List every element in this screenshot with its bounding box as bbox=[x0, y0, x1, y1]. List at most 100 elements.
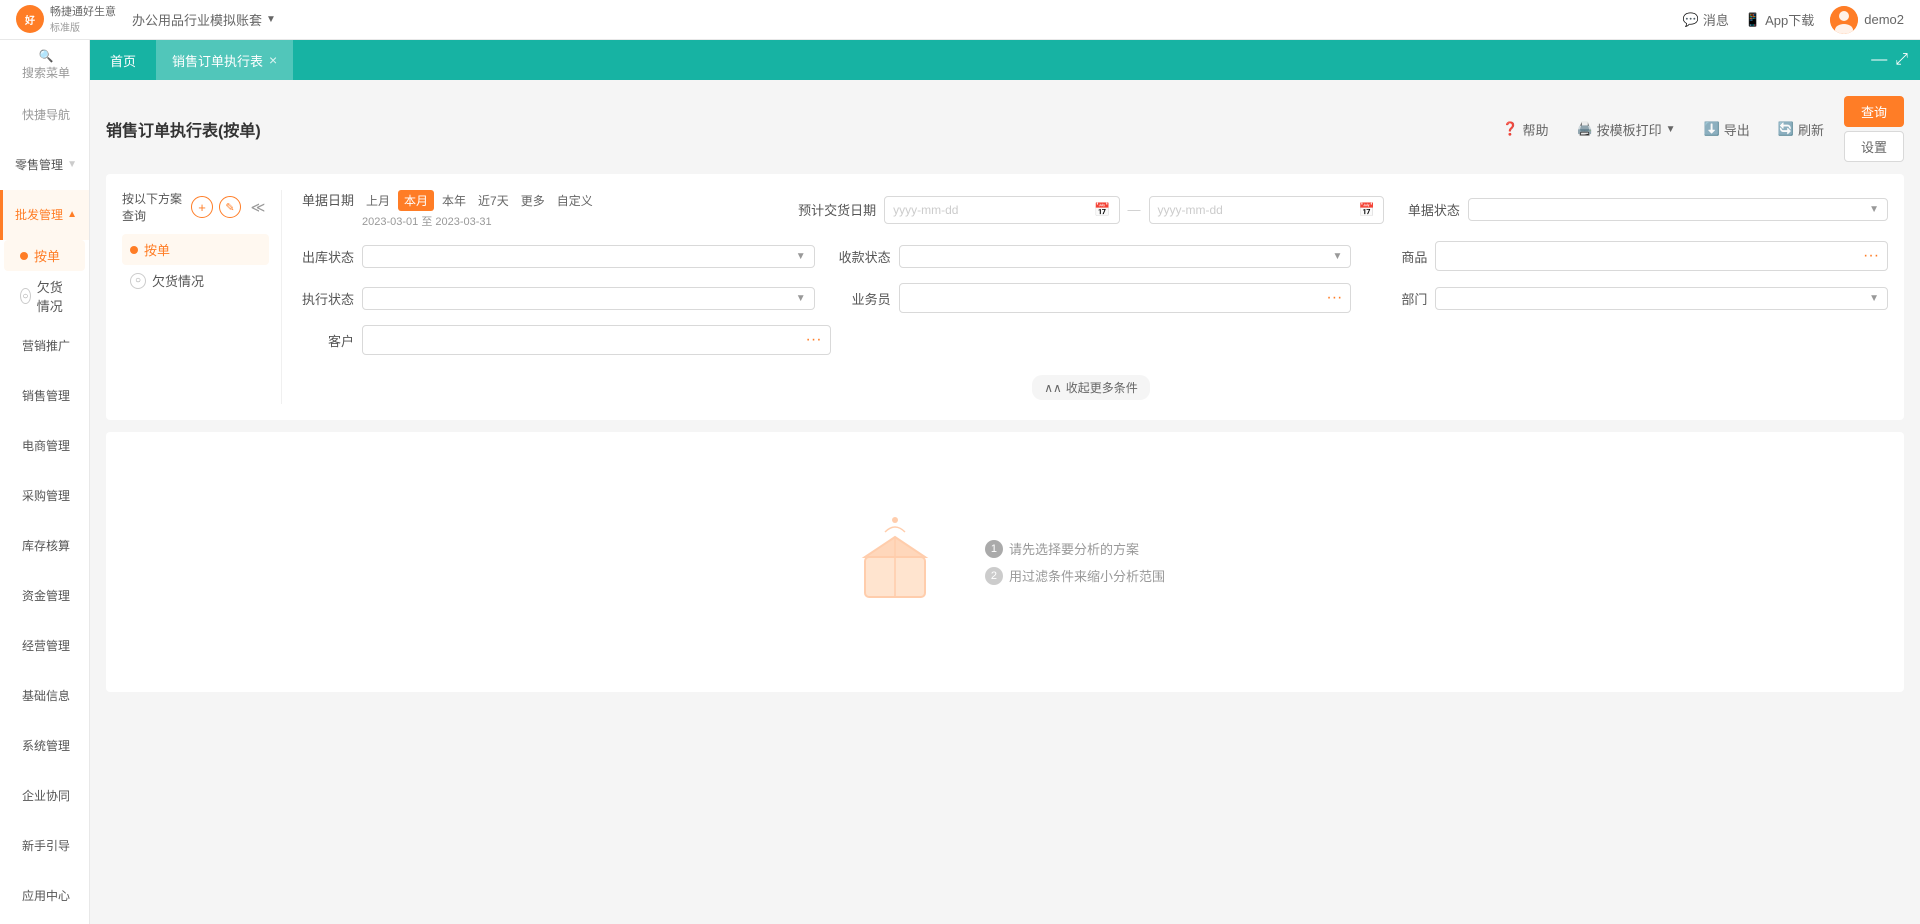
filter-scheme-order[interactable]: 按单 bbox=[122, 234, 269, 265]
sidebar-item-ecommerce[interactable]: 电商管理 bbox=[0, 421, 89, 471]
template-print-btn[interactable]: 🖨️ 按模板打印 ▼ bbox=[1568, 116, 1683, 143]
user-area[interactable]: demo2 bbox=[1830, 6, 1904, 34]
date-field: 单据日期 上月 本月 本年 近7天 更多 自定义 bbox=[294, 190, 782, 229]
mobile-icon: 📱 bbox=[1745, 12, 1761, 28]
inactive-circle: ○ bbox=[20, 288, 31, 304]
empty-tip-1: 1 请先选择要分析的方案 bbox=[985, 539, 1165, 558]
chevron-down-icon: ▼ bbox=[796, 251, 806, 262]
filter-sidebar-header: 按以下方案查询 + ✎ ≪ bbox=[122, 190, 269, 224]
sidebar-item-search[interactable]: 🔍 搜索菜单 bbox=[0, 40, 89, 90]
page-content: 销售订单执行表(按单) ❓ 帮助 🖨️ 按模板打印 ▼ ⬇️ 导出 bbox=[90, 80, 1920, 924]
date-tab-this-year[interactable]: 本年 bbox=[438, 190, 470, 211]
sidebar-sub-order[interactable]: 按单 bbox=[4, 240, 85, 271]
filter-main: 单据日期 上月 本月 本年 近7天 更多 自定义 bbox=[294, 190, 1888, 404]
exec-status-select[interactable]: ▼ bbox=[362, 287, 815, 310]
product-dots-icon: ··· bbox=[1863, 247, 1879, 265]
date-tab-7days[interactable]: 近7天 bbox=[474, 190, 513, 211]
date-label: 单据日期 bbox=[294, 190, 354, 209]
sidebar-item-quicknav[interactable]: 快捷导航 bbox=[0, 90, 89, 140]
sidebar-item-operations[interactable]: 经营管理 bbox=[0, 621, 89, 671]
filter-scheme-debt[interactable]: ○ 欠货情况 bbox=[122, 265, 269, 296]
filter-sidebar-label: 按以下方案查询 bbox=[122, 190, 191, 224]
status-select[interactable]: ▼ bbox=[1468, 198, 1888, 221]
date-tab-this-month[interactable]: 本月 bbox=[398, 190, 434, 211]
collapse-btn[interactable]: ∧∧ 收起更多条件 bbox=[1032, 375, 1150, 400]
date-tab-prev-month[interactable]: 上月 bbox=[362, 190, 394, 211]
top-bar: 好 畅捷通好生意 标准版 办公用品行业模拟账套 ▼ 💬 消息 📱 App下载 bbox=[0, 0, 1920, 40]
date-tab-custom[interactable]: 自定义 bbox=[553, 190, 597, 211]
empty-tips: 1 请先选择要分析的方案 2 用过滤条件来缩小分析范围 bbox=[985, 539, 1165, 585]
company-selector[interactable]: 办公用品行业模拟账套 ▼ bbox=[124, 6, 284, 33]
sidebar-item-retail[interactable]: 零售管理 ▼ bbox=[0, 140, 89, 190]
chevron-up-icon: ▲ bbox=[67, 208, 77, 222]
edit-scheme-btn[interactable]: ✎ bbox=[219, 196, 241, 218]
content-area: 首页 销售订单执行表 × — ⤢ 销售订单执行表(按单) ❓ 帮助 bbox=[90, 40, 1920, 924]
main-layout: 🔍 搜索菜单 快捷导航 零售管理 ▼ 批发管理 ▲ 按单 ○ 欠货情况 营销推广… bbox=[0, 40, 1920, 924]
chevron-down-icon: ▼ bbox=[1869, 293, 1879, 304]
message-btn[interactable]: 💬 消息 bbox=[1683, 10, 1729, 29]
sidebar-item-finance[interactable]: 资金管理 bbox=[0, 571, 89, 621]
exec-status-field: 执行状态 ▼ bbox=[294, 287, 815, 310]
logo-icon: 好 bbox=[16, 5, 44, 33]
filter-sidebar: 按以下方案查询 + ✎ ≪ 按单 ○ bbox=[122, 190, 282, 404]
chevron-down-icon: ▼ bbox=[1332, 251, 1342, 262]
page-actions: ❓ 帮助 🖨️ 按模板打印 ▼ ⬇️ 导出 🔄 刷新 bbox=[1494, 96, 1904, 162]
sidebar-item-enterprise[interactable]: 企业协同 bbox=[0, 771, 89, 821]
filter-row-2: 出库状态 ▼ 收款状态 ▼ bbox=[294, 241, 1888, 271]
logo-area: 好 畅捷通好生意 标准版 bbox=[16, 5, 116, 34]
expected-date-end[interactable]: yyyy-mm-dd 📅 bbox=[1149, 196, 1384, 224]
sidebar-item-wholesale[interactable]: 批发管理 ▲ bbox=[0, 190, 89, 240]
logo-sub: 标准版 bbox=[50, 19, 116, 34]
date-separator: — bbox=[1128, 202, 1141, 217]
customer-input-area[interactable]: ··· bbox=[362, 325, 831, 355]
dept-select[interactable]: ▼ bbox=[1435, 287, 1888, 310]
dept-label: 部门 bbox=[1367, 289, 1427, 308]
active-dot bbox=[20, 252, 28, 260]
search-icon: 🔍 bbox=[39, 48, 54, 65]
sidebar-item-newbie[interactable]: 新手引导 bbox=[0, 821, 89, 871]
maximize-icon[interactable]: ⤢ bbox=[1895, 51, 1908, 69]
receive-status-select[interactable]: ▼ bbox=[899, 245, 1352, 268]
chevron-up-icon: ∧∧ bbox=[1044, 381, 1062, 395]
sidebar-item-label: 批发管理 bbox=[15, 207, 63, 224]
sidebar-item-marketing[interactable]: 营销推广 bbox=[0, 321, 89, 371]
help-btn[interactable]: ❓ 帮助 bbox=[1494, 116, 1556, 143]
tip-number-1: 1 bbox=[985, 540, 1003, 558]
sidebar-item-system[interactable]: 系统管理 bbox=[0, 721, 89, 771]
tab-sales-exec[interactable]: 销售订单执行表 × bbox=[156, 40, 293, 80]
status-label: 单据状态 bbox=[1400, 200, 1460, 219]
tab-bar: 首页 销售订单执行表 × — ⤢ bbox=[90, 40, 1920, 80]
expected-date-label: 预计交货日期 bbox=[798, 200, 876, 219]
tab-home[interactable]: 首页 bbox=[90, 40, 156, 80]
salesperson-input-area[interactable]: ··· bbox=[899, 283, 1352, 313]
tab-close-icon[interactable]: × bbox=[269, 53, 277, 67]
export-btn[interactable]: ⬇️ 导出 bbox=[1696, 116, 1758, 143]
chevron-down-icon: ▼ bbox=[1869, 204, 1879, 215]
product-field: 商品 ··· bbox=[1367, 241, 1888, 271]
collapse-sidebar-btn[interactable]: ≪ bbox=[247, 196, 269, 218]
add-scheme-btn[interactable]: + bbox=[191, 196, 213, 218]
expected-date-field: 预计交货日期 yyyy-mm-dd 📅 — yyyy-mm-dd 📅 bbox=[798, 196, 1384, 224]
chevron-down-icon: ▼ bbox=[1666, 124, 1676, 135]
sidebar-item-sales[interactable]: 销售管理 bbox=[0, 371, 89, 421]
app-download-btn[interactable]: 📱 App下载 bbox=[1745, 10, 1814, 29]
print-icon: 🖨️ bbox=[1576, 121, 1592, 137]
expected-date-start[interactable]: yyyy-mm-dd 📅 bbox=[884, 196, 1119, 224]
sidebar-item-appstore[interactable]: 应用中心 bbox=[0, 871, 89, 921]
scheme-label2: 欠货情况 bbox=[152, 271, 204, 290]
empty-state-container: 1 请先选择要分析的方案 2 用过滤条件来缩小分析范围 bbox=[106, 432, 1904, 692]
calendar-icon: 📅 bbox=[1094, 202, 1110, 218]
sidebar-item-purchase[interactable]: 采购管理 bbox=[0, 471, 89, 521]
sidebar-item-inventory[interactable]: 库存核算 bbox=[0, 521, 89, 571]
ship-status-select[interactable]: ▼ bbox=[362, 245, 815, 268]
date-tab-more[interactable]: 更多 bbox=[517, 190, 549, 211]
product-input-area[interactable]: ··· bbox=[1435, 241, 1888, 271]
query-button[interactable]: 查询 bbox=[1844, 96, 1904, 127]
ship-status-field: 出库状态 ▼ bbox=[294, 245, 815, 268]
minimize-icon[interactable]: — bbox=[1871, 51, 1887, 69]
refresh-btn[interactable]: 🔄 刷新 bbox=[1770, 116, 1832, 143]
settings-button[interactable]: 设置 bbox=[1844, 131, 1904, 162]
sidebar-sub-debt[interactable]: ○ 欠货情况 bbox=[4, 271, 85, 321]
sidebar-item-basic[interactable]: 基础信息 bbox=[0, 671, 89, 721]
logo-text: 畅捷通好生意 bbox=[50, 5, 116, 19]
